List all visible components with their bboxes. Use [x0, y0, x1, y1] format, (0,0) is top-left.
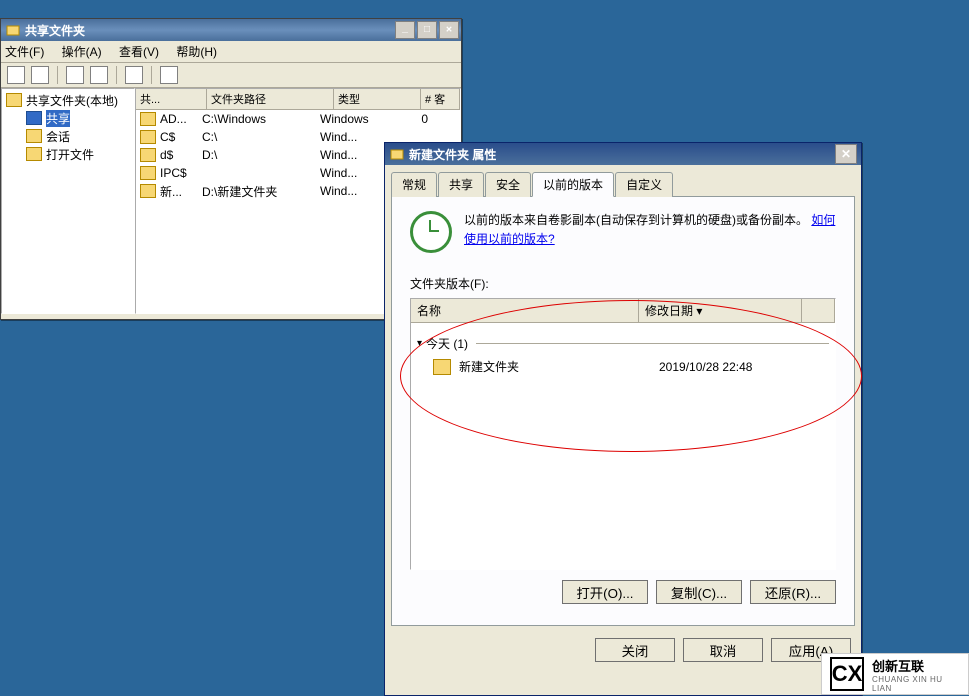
share-path: C:\Windows: [202, 112, 320, 126]
version-group-label: 今天 (1): [426, 335, 468, 352]
close-button[interactable]: ✕: [439, 21, 459, 39]
minimize-button[interactable]: _: [395, 21, 415, 39]
folder-icon: [26, 111, 42, 125]
brand-logo: CX 创新互联 CHUANG XIN HU LIAN: [821, 653, 969, 695]
sort-desc-icon: ▾: [696, 304, 702, 318]
dialog-footer: 关闭 取消 应用(A): [385, 632, 861, 670]
share-folder-icon: [140, 112, 156, 126]
col-date-label: 修改日期: [645, 304, 693, 318]
share-path: D:\新建文件夹: [202, 183, 320, 200]
tab-general[interactable]: 常规: [391, 172, 437, 197]
tb-refresh-icon[interactable]: [90, 66, 108, 84]
nav-forward-icon[interactable]: [31, 66, 49, 84]
share-connections: 0: [398, 112, 434, 126]
version-date: 2019/10/28 22:48: [659, 360, 829, 374]
share-path: C:\: [202, 130, 320, 144]
prop-titlebar[interactable]: 新建文件夹 属性 ✕: [385, 143, 861, 165]
folder-icon: [26, 147, 42, 161]
col-spacer: [802, 299, 835, 322]
col-share-name[interactable]: 共...: [136, 89, 207, 109]
menu-file[interactable]: 文件(F): [5, 45, 44, 59]
app-icon: [5, 22, 21, 38]
main-title: 共享文件夹: [25, 22, 85, 39]
tree-item-label: 打开文件: [46, 146, 94, 163]
tree-item-label: 会话: [46, 128, 70, 145]
share-name: C$: [160, 130, 175, 144]
version-actions: 打开(O)... 复制(C)... 还原(R)...: [410, 580, 836, 604]
share-folder-icon: [140, 166, 156, 180]
tab-bar: 常规 共享 安全 以前的版本 自定义: [385, 165, 861, 196]
tb-file-icon[interactable]: [66, 66, 84, 84]
folder-icon: [389, 146, 405, 162]
menu-view[interactable]: 查看(V): [119, 45, 159, 59]
tree-item-label: 共享: [46, 110, 70, 127]
share-name: 新...: [160, 183, 182, 200]
folder-icon: [6, 93, 22, 107]
share-name: AD...: [160, 112, 187, 126]
tb-export-icon[interactable]: [125, 66, 143, 84]
share-row[interactable]: AD... C:\WindowsWindows0: [136, 110, 460, 128]
menu-action[interactable]: 操作(A): [62, 45, 102, 59]
nav-tree[interactable]: 共享文件夹(本地) 共享 会话 打开文件: [1, 88, 135, 314]
toolbar: [1, 63, 461, 88]
tree-item-sessions[interactable]: 会话: [4, 127, 132, 145]
tree-root-label: 共享文件夹(本地): [26, 92, 118, 109]
version-group-today[interactable]: 今天 (1): [417, 335, 829, 352]
tree-root[interactable]: 共享文件夹(本地): [4, 91, 132, 109]
history-icon: [410, 211, 452, 253]
tab-panel-previous-versions: 以前的版本来自卷影副本(自动保存到计算机的硬盘)或备份副本。 如何使用以前的版本…: [391, 196, 855, 626]
tb-help-icon[interactable]: [160, 66, 178, 84]
menubar: 文件(F) 操作(A) 查看(V) 帮助(H): [1, 41, 461, 63]
prop-title: 新建文件夹 属性: [409, 146, 496, 163]
brand-name-cn: 创新互联: [872, 656, 960, 675]
tab-previous-versions[interactable]: 以前的版本: [532, 172, 614, 197]
share-name: IPC$: [160, 166, 187, 180]
share-type: Windows: [320, 112, 398, 126]
col-date[interactable]: 修改日期 ▾: [639, 299, 802, 322]
version-name: 新建文件夹: [459, 358, 659, 375]
nav-back-icon[interactable]: [7, 66, 25, 84]
col-type[interactable]: 类型: [334, 89, 421, 109]
tree-item-shares[interactable]: 共享: [4, 109, 132, 127]
tab-customize[interactable]: 自定义: [615, 172, 673, 197]
col-name[interactable]: 名称: [411, 299, 639, 322]
tab-security[interactable]: 安全: [485, 172, 531, 197]
share-path: D:\: [202, 148, 320, 162]
share-folder-icon: [140, 130, 156, 144]
info-text-body: 以前的版本来自卷影副本(自动保存到计算机的硬盘)或备份副本。: [464, 213, 808, 227]
info-text: 以前的版本来自卷影副本(自动保存到计算机的硬盘)或备份副本。 如何使用以前的版本…: [464, 211, 836, 253]
share-folder-icon: [140, 148, 156, 162]
tree-item-open-files[interactable]: 打开文件: [4, 145, 132, 163]
close-dialog-button[interactable]: 关闭: [595, 638, 675, 662]
version-row[interactable]: 新建文件夹2019/10/28 22:48: [411, 356, 835, 377]
col-folder-path[interactable]: 文件夹路径: [207, 89, 334, 109]
versions-header[interactable]: 名称 修改日期 ▾: [411, 299, 835, 323]
versions-label: 文件夹版本(F):: [410, 275, 836, 292]
list-header[interactable]: 共... 文件夹路径 类型 # 客: [136, 89, 460, 110]
menu-help[interactable]: 帮助(H): [176, 45, 217, 59]
close-button[interactable]: ✕: [835, 144, 857, 164]
tab-share[interactable]: 共享: [438, 172, 484, 197]
copy-button[interactable]: 复制(C)...: [656, 580, 742, 604]
cancel-button[interactable]: 取消: [683, 638, 763, 662]
main-titlebar[interactable]: 共享文件夹 _ □ ✕: [1, 19, 461, 41]
open-button[interactable]: 打开(O)...: [562, 580, 648, 604]
restore-button[interactable]: 还原(R)...: [750, 580, 836, 604]
versions-list[interactable]: 名称 修改日期 ▾ 今天 (1) 新建文件夹2019/10/28 22:48: [410, 298, 836, 570]
share-folder-icon: [140, 184, 156, 198]
brand-name-en: CHUANG XIN HU LIAN: [872, 675, 960, 693]
maximize-button[interactable]: □: [417, 21, 437, 39]
properties-dialog: 新建文件夹 属性 ✕ 常规 共享 安全 以前的版本 自定义 以前的版本来自卷影副…: [384, 142, 862, 696]
share-name: d$: [160, 148, 173, 162]
folder-icon: [433, 359, 451, 375]
folder-icon: [26, 129, 42, 143]
brand-mark: CX: [830, 657, 864, 691]
col-connections[interactable]: # 客: [421, 89, 460, 109]
